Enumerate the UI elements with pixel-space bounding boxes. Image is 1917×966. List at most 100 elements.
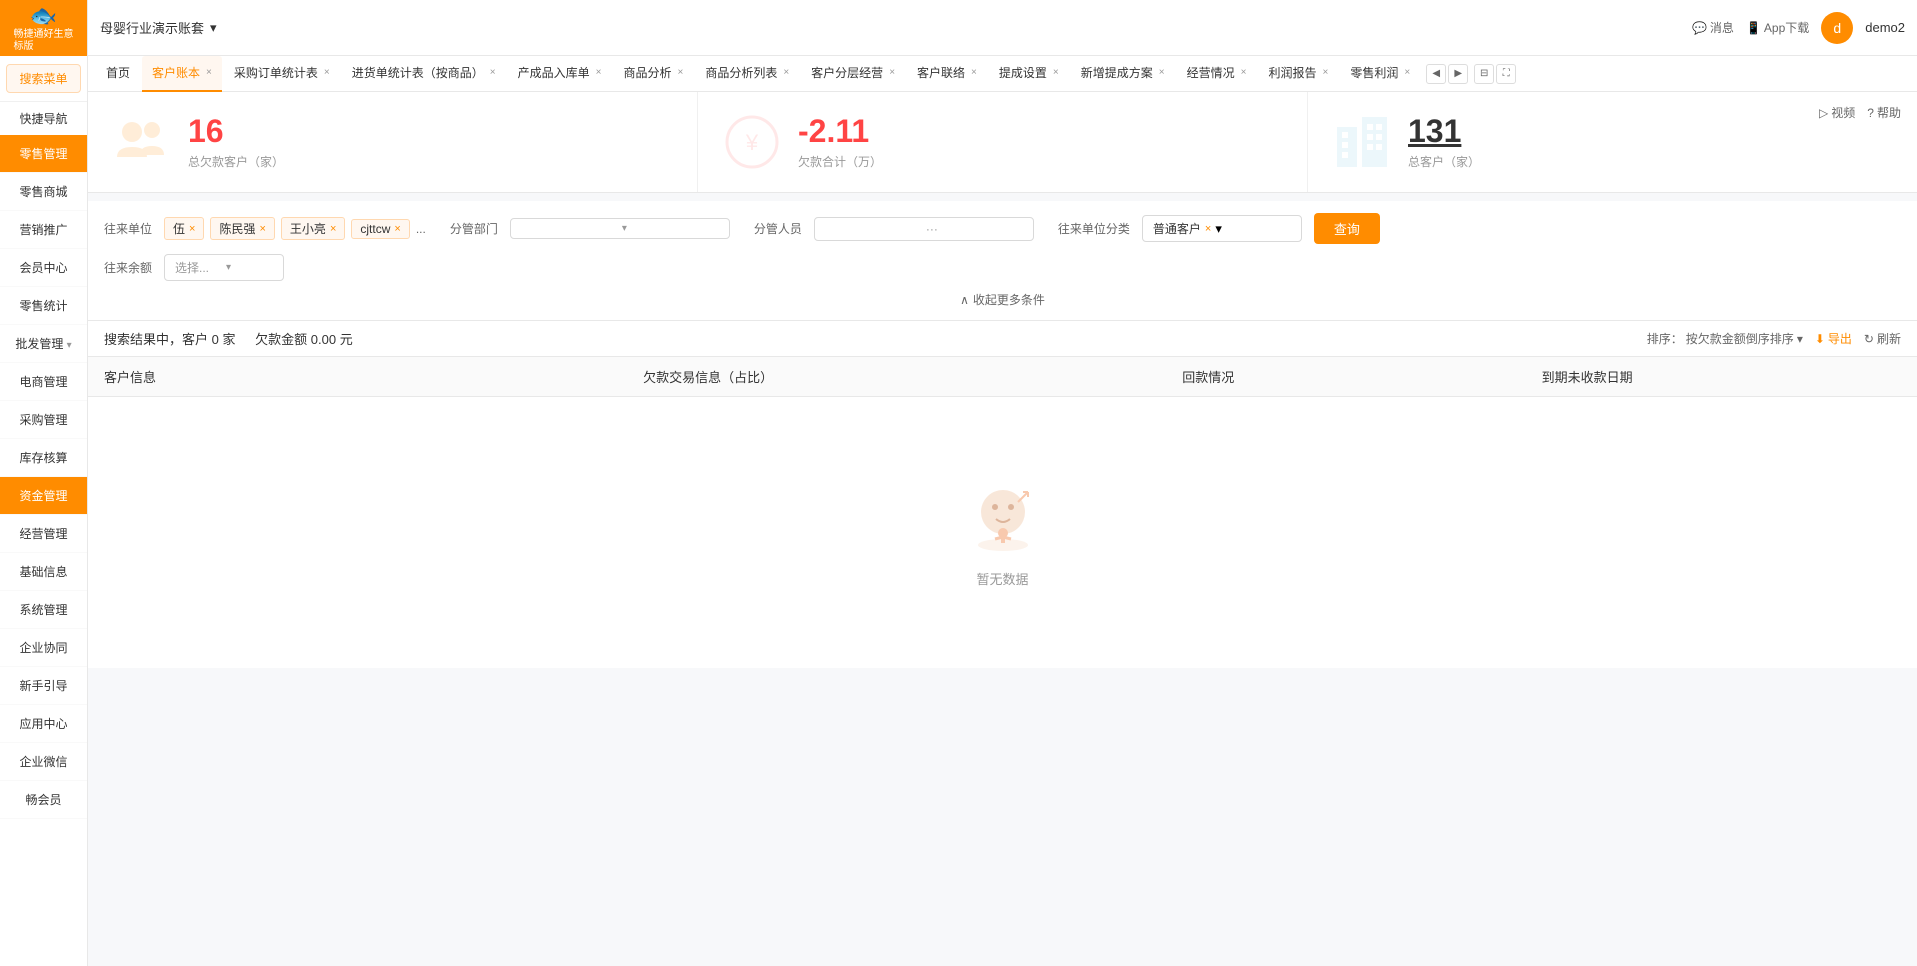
sidebar-item-system[interactable]: 系统管理 — [0, 591, 87, 629]
sort-button[interactable]: 排序： 按欠款金额倒序排序 ▾ — [1647, 330, 1803, 347]
search-menu-button[interactable]: 搜索菜单 — [6, 64, 81, 93]
nav-fullscreen-button[interactable]: ⛶ — [1496, 64, 1516, 84]
help-link[interactable]: ? 帮助 — [1867, 104, 1901, 121]
sidebar: 🐟 畅捷通好生意 标版 搜索菜单 快捷导航 零售管理 零售商城 营销推广 会员中… — [0, 0, 88, 966]
tab-commission-settings[interactable]: 提成设置 × — [989, 56, 1069, 92]
tab-product-analysis-list[interactable]: 商品分析列表 × — [695, 56, 799, 92]
sidebar-item-base-info[interactable]: 基础信息 — [0, 553, 87, 591]
sidebar-item-inventory[interactable]: 库存核算 — [0, 439, 87, 477]
more-icon[interactable]: ··· — [926, 222, 1023, 236]
nav-collapse-button[interactable]: ⊟ — [1474, 64, 1494, 84]
chevron-down-icon: ▾ — [1797, 332, 1803, 346]
tab-retail-profit[interactable]: 零售利润 × — [1340, 56, 1420, 92]
tab-customer-contact[interactable]: 客户联络 × — [907, 56, 987, 92]
stat-content-total: 131 总客户（家） — [1408, 114, 1893, 170]
filter-tag-wu: 伍 × — [164, 217, 204, 240]
logo[interactable]: 🐟 畅捷通好生意 标版 — [0, 0, 87, 56]
username: demo2 — [1865, 20, 1905, 35]
quick-nav-button[interactable]: 快捷导航 — [0, 102, 87, 135]
person-input[interactable]: ··· — [814, 217, 1034, 241]
close-icon[interactable]: × — [1404, 67, 1410, 78]
stat-content-amount: -2.11 欠款合计（万） — [798, 114, 1283, 170]
results-info: 搜索结果中，客户 0 家 欠款金额 0.00 元 — [104, 329, 353, 348]
nav-right-button[interactable]: ▶ — [1448, 64, 1468, 84]
message-button[interactable]: 💬 消息 — [1692, 19, 1734, 36]
sidebar-item-enterprise[interactable]: 企业协同 — [0, 629, 87, 667]
tab-operations[interactable]: 经营情况 × — [1177, 56, 1257, 92]
category-tag-close[interactable]: × — [1205, 223, 1211, 235]
close-icon[interactable]: × — [677, 67, 683, 78]
phone-icon: 📱 — [1746, 21, 1761, 35]
close-icon[interactable]: × — [1159, 67, 1165, 78]
stat-card-customers: 16 总欠款客户（家） — [88, 92, 698, 192]
app-download-button[interactable]: 📱 App下载 — [1746, 19, 1809, 36]
sidebar-item-purchase[interactable]: 采购管理 — [0, 401, 87, 439]
tab-purchase-order-stats[interactable]: 采购订单统计表 × — [224, 56, 340, 92]
avatar[interactable]: d — [1821, 12, 1853, 44]
account-name: 母婴行业演示账套 — [100, 18, 204, 37]
logo-text: 畅捷通好生意 标版 — [14, 29, 74, 53]
sidebar-item-retail-mall[interactable]: 零售商城 — [0, 173, 87, 211]
stat-content-customers: 16 总欠款客户（家） — [188, 114, 673, 170]
sidebar-item-finance[interactable]: 资金管理 — [0, 477, 87, 515]
col-customer-info: 客户信息 — [104, 367, 643, 386]
close-icon[interactable]: × — [971, 67, 977, 78]
account-dropdown[interactable]: 母婴行业演示账套 ▾ — [100, 18, 217, 37]
collapse-button[interactable]: ∧ 收起更多条件 — [960, 291, 1045, 308]
close-icon[interactable]: × — [1053, 67, 1059, 78]
sidebar-item-app-center[interactable]: 应用中心 — [0, 705, 87, 743]
refresh-button[interactable]: ↻ 刷新 — [1864, 330, 1901, 347]
chevron-down-icon: ▾ — [1215, 221, 1222, 237]
filter-tag-cjttcw: cjttcw × — [351, 219, 409, 239]
balance-select[interactable]: 选择... ▾ — [164, 254, 284, 281]
sidebar-item-operations[interactable]: 经营管理 — [0, 515, 87, 553]
sidebar-item-retail-mgmt[interactable]: 零售管理 — [0, 135, 87, 173]
sidebar-item-ecommerce[interactable]: 电商管理 — [0, 363, 87, 401]
sidebar-item-wholesale[interactable]: 批发管理 ▾ — [0, 325, 87, 363]
video-link[interactable]: ▷ 视频 — [1819, 104, 1855, 121]
tab-commission-plan[interactable]: 新增提成方案 × — [1071, 56, 1175, 92]
chevron-down-icon: ▾ — [210, 20, 217, 36]
search-button[interactable]: 查询 — [1314, 213, 1380, 244]
main-area: 母婴行业演示账套 ▾ 💬 消息 📱 App下载 d demo2 首页 — [88, 0, 1917, 966]
tab-product-inbound[interactable]: 产成品入库单 × — [508, 56, 612, 92]
balance-filter-label: 往来余额 — [104, 259, 152, 276]
filter-more-button[interactable]: ... — [416, 222, 426, 236]
close-icon[interactable]: × — [596, 67, 602, 78]
tag-close-wang[interactable]: × — [330, 223, 336, 235]
total-customers-value: 16 — [188, 114, 673, 149]
export-icon: ⬇ — [1815, 332, 1825, 346]
sidebar-item-marketing[interactable]: 营销推广 — [0, 211, 87, 249]
sidebar-item-newbie[interactable]: 新手引导 — [0, 667, 87, 705]
close-icon[interactable]: × — [783, 67, 789, 78]
close-icon[interactable]: × — [889, 67, 895, 78]
nav-left-button[interactable]: ◀ — [1426, 64, 1446, 84]
close-icon[interactable]: × — [1241, 67, 1247, 78]
close-icon[interactable]: × — [490, 67, 496, 78]
sidebar-item-member[interactable]: 畅会员 — [0, 781, 87, 819]
amount-icon: ¥ — [722, 112, 782, 172]
customers-icon — [112, 112, 172, 172]
stat-card-amount: ¥ -2.11 欠款合计（万） — [698, 92, 1308, 192]
category-select[interactable]: 普通客户 × ▾ — [1142, 215, 1302, 242]
empty-icon — [963, 477, 1043, 557]
sidebar-item-member-center[interactable]: 会员中心 — [0, 249, 87, 287]
sidebar-item-retail-stats[interactable]: 零售统计 — [0, 287, 87, 325]
tab-profit-report[interactable]: 利润报告 × — [1258, 56, 1338, 92]
tab-inbound-stats[interactable]: 进货单统计表（按商品） × — [342, 56, 506, 92]
tab-customer-book[interactable]: 客户账本 × — [142, 56, 222, 92]
tag-close-chen[interactable]: × — [259, 223, 265, 235]
unit-filter-tags: 伍 × 陈民强 × 王小亮 × cjttcw × — [164, 217, 426, 240]
tab-home[interactable]: 首页 — [96, 56, 140, 92]
close-icon[interactable]: × — [324, 67, 330, 78]
dept-select[interactable]: ▾ — [510, 218, 730, 239]
tab-customer-tier[interactable]: 客户分层经营 × — [801, 56, 905, 92]
tab-product-analysis[interactable]: 商品分析 × — [613, 56, 693, 92]
tag-close-wu[interactable]: × — [189, 223, 195, 235]
close-icon[interactable]: × — [206, 67, 212, 78]
sidebar-item-wechat[interactable]: 企业微信 — [0, 743, 87, 781]
close-icon[interactable]: × — [1322, 67, 1328, 78]
chevron-up-icon: ∧ — [960, 293, 969, 307]
tag-close-cjttcw[interactable]: × — [394, 223, 400, 235]
export-button[interactable]: ⬇ 导出 — [1815, 330, 1852, 347]
